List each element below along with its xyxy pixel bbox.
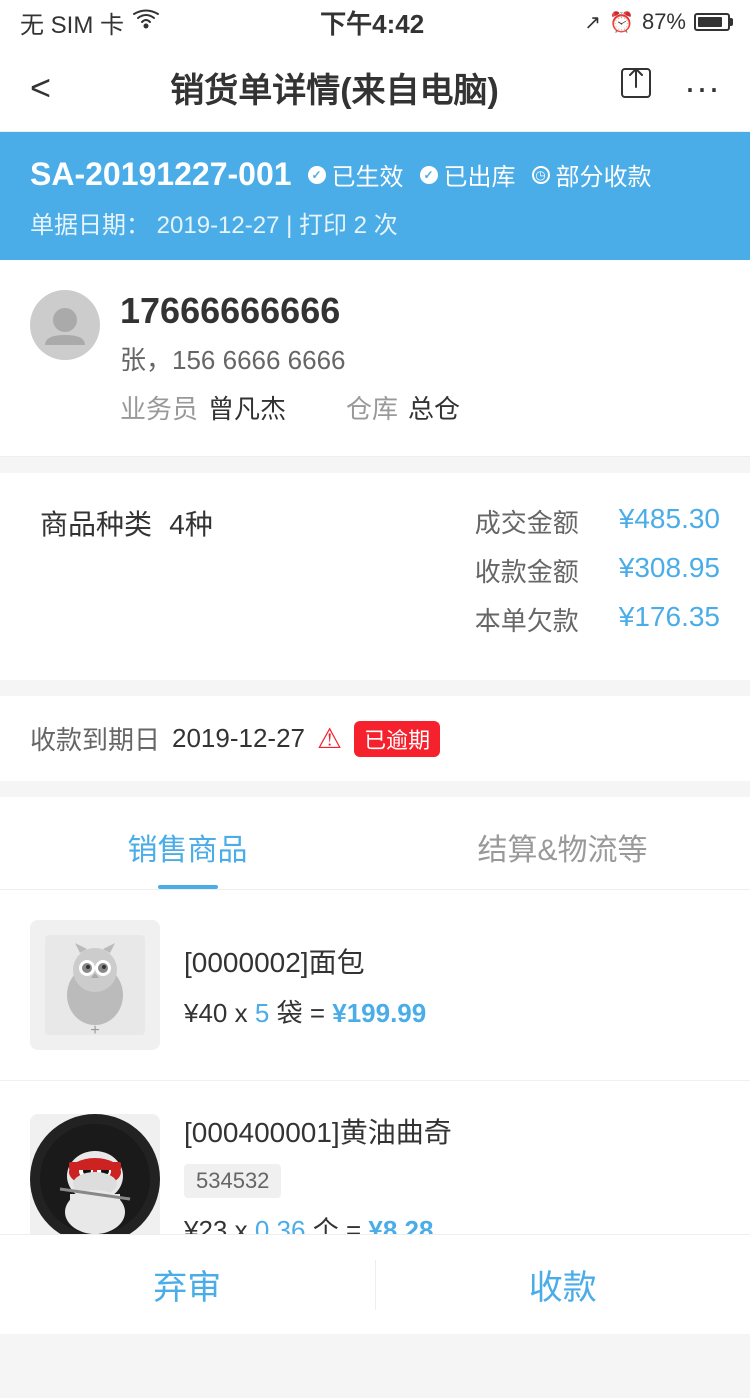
battery-icon — [694, 13, 730, 31]
order-header-banner: SA-20191227-001 已生效 已出库 ◷ 部分收款 单据日期： 201… — [0, 132, 750, 260]
product-price-bread: ¥40 x 5 袋 = ¥199.99 — [184, 993, 720, 1030]
received-row: 收款金额 ¥308.95 — [475, 552, 720, 589]
back-button[interactable]: < — [30, 67, 51, 109]
check-icon-2 — [420, 166, 438, 184]
status-shipped: 已出库 — [420, 157, 516, 192]
summary-section: 商品种类 4种 成交金额 ¥485.30 收款金额 ¥308.95 本单欠款 ¥… — [0, 473, 750, 680]
svg-text:+: + — [90, 1022, 99, 1035]
sales-person: 业务员 曾凡杰 — [120, 389, 286, 426]
tabs-row: 销售商品 结算&物流等 — [0, 797, 750, 889]
location-icon: ↗ — [584, 10, 601, 35]
summary-left: 商品种类 4种 — [30, 503, 213, 551]
customer-id: 17666666666 — [120, 290, 720, 332]
status-partial-payment: ◷ 部分收款 — [532, 157, 652, 192]
page-title: 销货单详情(来自电脑) — [170, 63, 499, 112]
ninja-logo — [30, 1114, 160, 1244]
status-bar: 无 SIM 卡 下午4:42 ↗ ⏰ 87% — [0, 0, 750, 44]
customer-section: 17666666666 张，156 6666 6666 业务员 曾凡杰 仓库 总… — [0, 260, 750, 457]
overdue-badge: 已逾期 — [354, 721, 440, 757]
status-effected: 已生效 — [308, 157, 404, 192]
product-sku-cookie: 534532 — [184, 1164, 281, 1198]
tab-sales-products[interactable]: 销售商品 — [0, 797, 375, 889]
cancel-review-button[interactable]: 弃审 — [0, 1240, 375, 1329]
amount-row: 成交金额 ¥485.30 — [475, 503, 720, 540]
product-list: + [0000002]面包 ¥40 x 5 袋 = ¥199.99 — [0, 890, 750, 1278]
product-image-bread: + — [30, 920, 160, 1050]
status-time: 下午4:42 — [320, 4, 424, 41]
tab-settlement[interactable]: 结算&物流等 — [375, 797, 750, 889]
sim-text: 无 SIM 卡 — [20, 5, 124, 40]
tabs-section: 销售商品 结算&物流等 — [0, 797, 750, 890]
nav-right-actions: ··· — [618, 65, 720, 110]
customer-contact: 张，156 6666 6666 — [120, 340, 720, 377]
banner-sub: 单据日期： 2019-12-27 | 打印 2 次 — [30, 205, 720, 240]
customer-avatar — [30, 290, 100, 360]
product-info-cookie: [000400001]黄油曲奇 534532 ¥23 x 0.36 个 = ¥8… — [184, 1111, 720, 1247]
alarm-icon: ⏰ — [609, 10, 634, 35]
status-right: ↗ ⏰ 87% — [584, 9, 730, 35]
collect-payment-button[interactable]: 收款 — [376, 1240, 750, 1329]
check-icon — [308, 166, 326, 184]
product-info-bread: [0000002]面包 ¥40 x 5 袋 = ¥199.99 — [184, 941, 720, 1030]
product-image-cookie — [30, 1114, 160, 1244]
battery-text: 87% — [642, 9, 686, 35]
product-item: + [0000002]面包 ¥40 x 5 袋 = ¥199.99 — [0, 890, 750, 1081]
summary-right: 成交金额 ¥485.30 收款金额 ¥308.95 本单欠款 ¥176.35 — [475, 503, 720, 650]
order-id: SA-20191227-001 — [30, 156, 292, 193]
clock-icon: ◷ — [532, 166, 550, 184]
product-type-row: 商品种类 4种 — [30, 503, 213, 543]
overdue-section: 收款到期日 2019-12-27 ⚠ 已逾期 — [0, 696, 750, 781]
customer-meta: 业务员 曾凡杰 仓库 总仓 — [120, 389, 720, 426]
status-left: 无 SIM 卡 — [20, 5, 160, 40]
nav-bar: < 销货单详情(来自电脑) ··· — [0, 44, 750, 132]
share-icon[interactable] — [618, 65, 654, 110]
warehouse: 仓库 总仓 — [346, 389, 460, 426]
debt-row: 本单欠款 ¥176.35 — [475, 601, 720, 638]
wifi-icon — [132, 8, 160, 36]
overdue-alert-icon: ⚠ — [317, 722, 342, 755]
product-name-bread: [0000002]面包 — [184, 941, 720, 981]
more-icon[interactable]: ··· — [684, 67, 720, 109]
bottom-bar: 弃审 收款 — [0, 1234, 750, 1334]
product-name-cookie: [000400001]黄油曲奇 — [184, 1111, 720, 1151]
customer-info: 17666666666 张，156 6666 6666 业务员 曾凡杰 仓库 总… — [120, 290, 720, 426]
banner-top: SA-20191227-001 已生效 已出库 ◷ 部分收款 — [30, 156, 720, 193]
